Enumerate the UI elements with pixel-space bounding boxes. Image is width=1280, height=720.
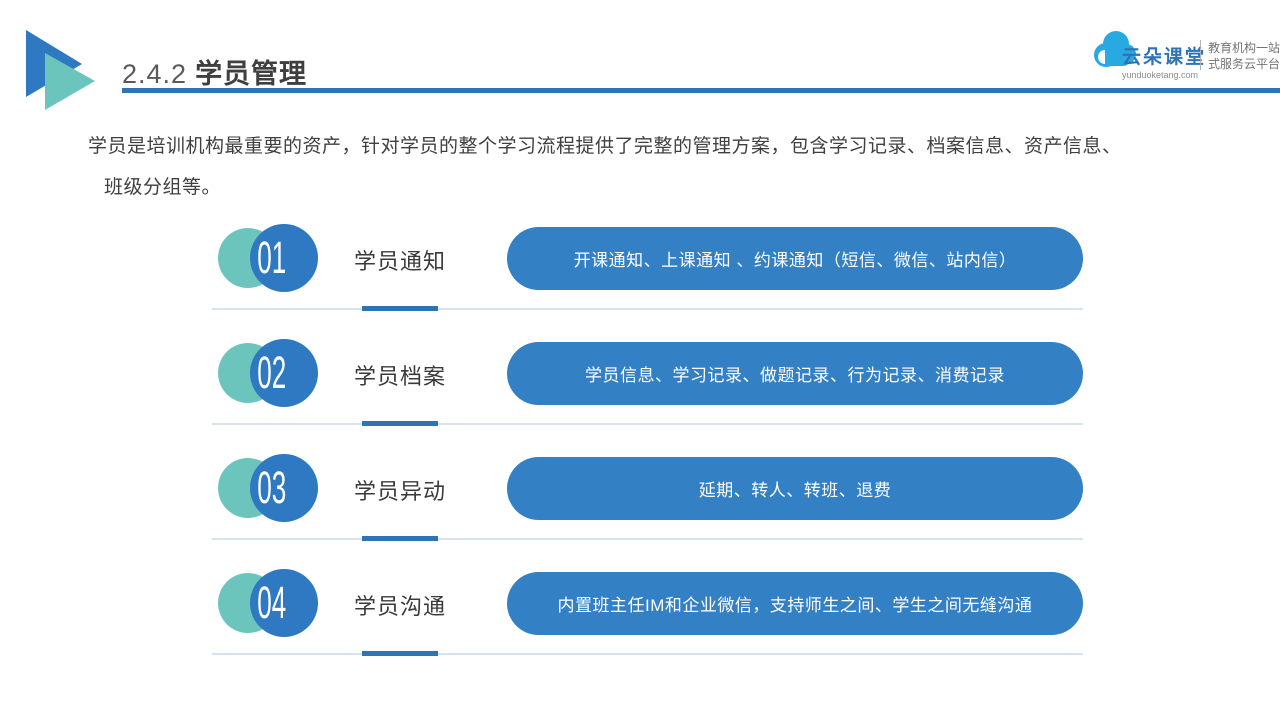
brand-tagline: 教育机构一站 式服务云平台 bbox=[1208, 40, 1280, 72]
brand-text: 云朵课堂 yunduoketang.com bbox=[1122, 42, 1194, 80]
brand-tagline-line1: 教育机构一站 bbox=[1208, 40, 1280, 56]
row-number: 02 bbox=[257, 346, 283, 400]
title-text: 学员管理 bbox=[195, 59, 307, 89]
row-description: 内置班主任IM和企业微信，支持师生之间、学生之间无缝沟通 bbox=[558, 591, 1033, 616]
row-description-pill: 开课通知、上课通知 、约课通知（短信、微信、站内信） bbox=[507, 227, 1083, 290]
row-description: 开课通知、上课通知 、约课通知（短信、微信、站内信） bbox=[574, 246, 1017, 271]
row-description-pill: 延期、转人、转班、退费 bbox=[507, 457, 1083, 520]
row-divider-accent bbox=[362, 651, 438, 656]
triangles-decor-icon bbox=[0, 0, 130, 125]
brand-tagline-line2: 式服务云平台 bbox=[1208, 56, 1280, 72]
title-underline bbox=[122, 88, 1280, 93]
row-description: 学员信息、学习记录、做题记录、行为记录、消费记录 bbox=[585, 361, 1005, 386]
number-badge: 01 bbox=[218, 224, 318, 292]
slide: 2.4.2 学员管理 云朵课堂 yunduoketang.com 教育机构一站 式… bbox=[0, 0, 1280, 720]
brand-name: 云朵课堂 bbox=[1122, 42, 1194, 69]
row-description-pill: 学员信息、学习记录、做题记录、行为记录、消费记录 bbox=[507, 342, 1083, 405]
row-description: 延期、转人、转班、退费 bbox=[699, 476, 892, 501]
feature-row-notifications: 01 学员通知 开课通知、上课通知 、约课通知（短信、微信、站内信） bbox=[0, 195, 1280, 310]
row-description-pill: 内置班主任IM和企业微信，支持师生之间、学生之间无缝沟通 bbox=[507, 572, 1083, 635]
brand-domain: yunduoketang.com bbox=[1122, 70, 1194, 80]
row-label: 学员异动 bbox=[352, 474, 448, 506]
brand-divider bbox=[1200, 40, 1201, 70]
number-badge: 04 bbox=[218, 569, 318, 637]
number-badge: 03 bbox=[218, 454, 318, 522]
row-label: 学员通知 bbox=[352, 244, 448, 276]
page-title: 2.4.2 学员管理 bbox=[122, 52, 307, 88]
number-badge: 02 bbox=[218, 339, 318, 407]
row-label: 学员档案 bbox=[352, 359, 448, 391]
feature-row-communication: 04 学员沟通 内置班主任IM和企业微信，支持师生之间、学生之间无缝沟通 bbox=[0, 540, 1280, 655]
feature-row-records: 02 学员档案 学员信息、学习记录、做题记录、行为记录、消费记录 bbox=[0, 310, 1280, 425]
row-label: 学员沟通 bbox=[352, 589, 448, 621]
row-number: 03 bbox=[257, 461, 283, 515]
intro-line1: 学员是培训机构最重要的资产，针对学员的整个学习流程提供了完整的管理方案，包含学习… bbox=[88, 126, 1218, 167]
brand-logo: 云朵课堂 yunduoketang.com 教育机构一站 式服务云平台 bbox=[1090, 28, 1280, 80]
row-number: 04 bbox=[257, 576, 283, 630]
row-number: 01 bbox=[257, 231, 283, 285]
section-number: 2.4.2 bbox=[122, 59, 187, 89]
feature-row-changes: 03 学员异动 延期、转人、转班、退费 bbox=[0, 425, 1280, 540]
row-divider bbox=[212, 653, 1083, 655]
